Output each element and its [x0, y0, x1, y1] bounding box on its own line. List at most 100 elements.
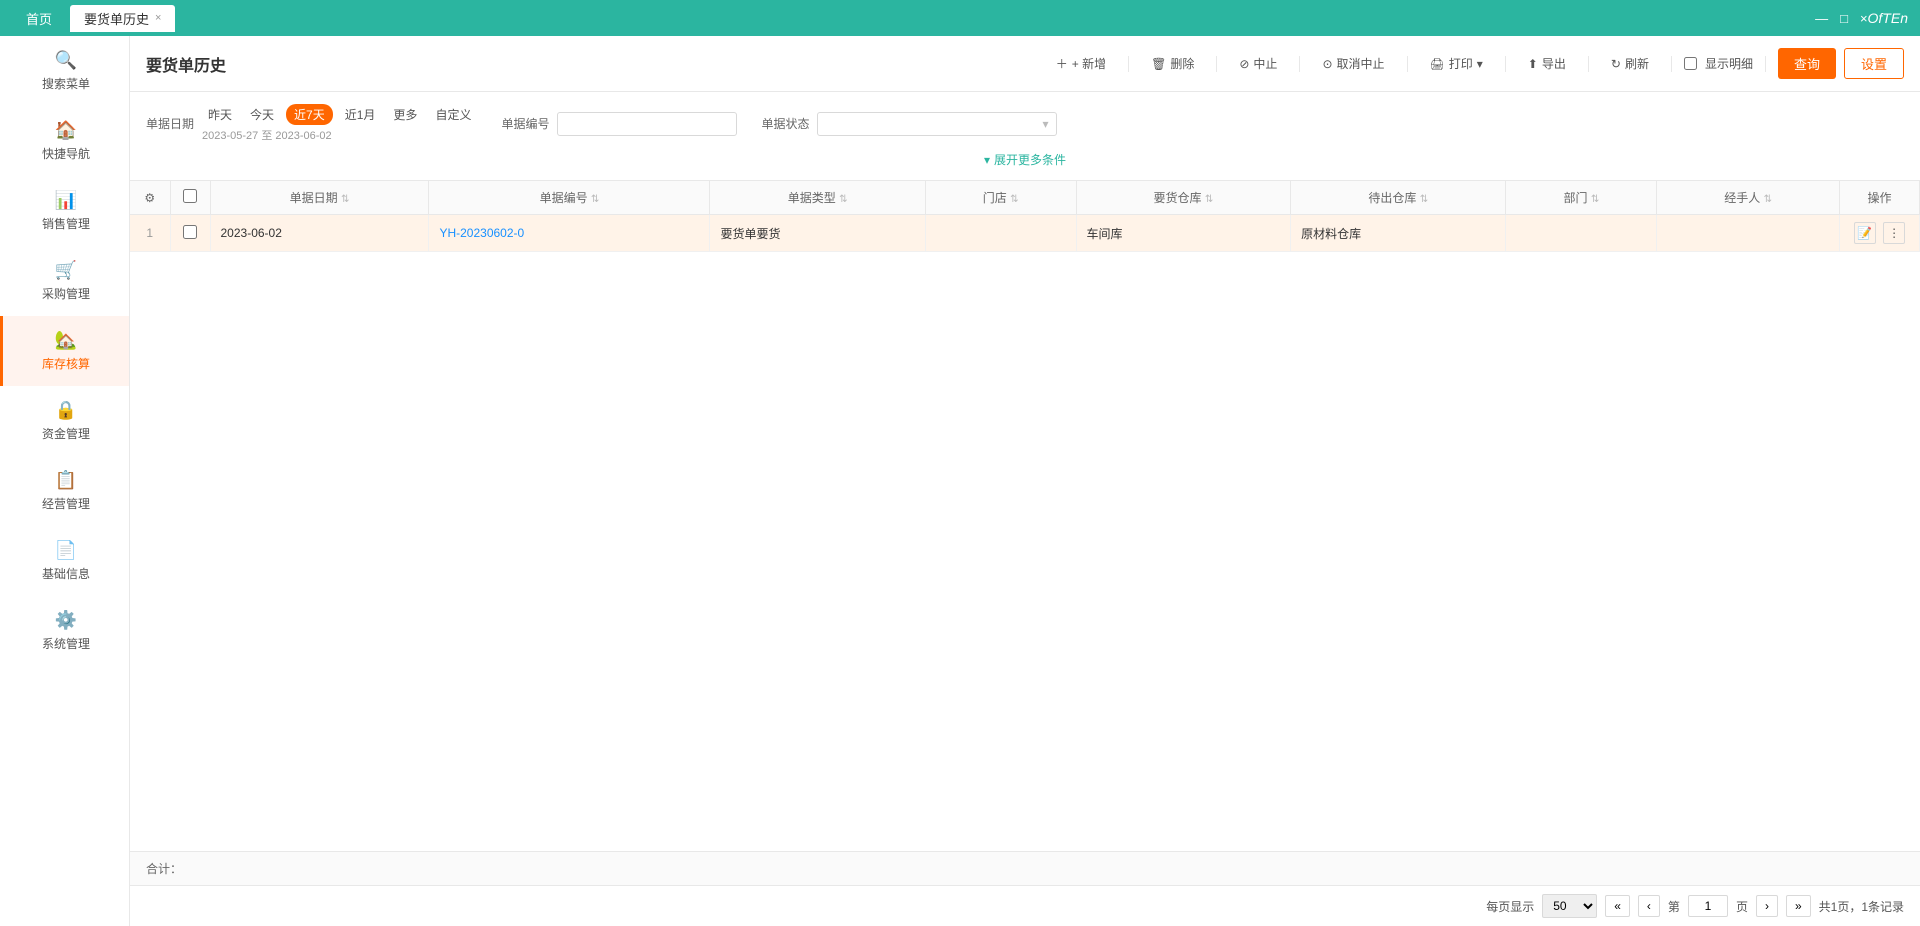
- sidebar-item-quick-nav[interactable]: 🏠 快捷导航: [0, 106, 129, 176]
- sidebar-item-sales[interactable]: 📊 销售管理: [0, 176, 129, 246]
- sidebar-label-quick-nav: 快捷导航: [42, 145, 90, 162]
- home-icon: 🏠: [55, 120, 77, 141]
- stop-label: 中止: [1253, 55, 1277, 72]
- first-page-btn[interactable]: «: [1605, 895, 1630, 917]
- print-label: 打印: [1449, 55, 1473, 72]
- bill-date-label: 单据日期: [146, 115, 194, 132]
- shortcut-yesterday[interactable]: 昨天: [202, 104, 238, 125]
- new-icon: ＋: [1056, 55, 1068, 72]
- cancel-stop-button[interactable]: ⊙ 取消中止: [1312, 50, 1394, 77]
- new-label: + 新增: [1072, 55, 1106, 72]
- filter-row-1: 单据日期 昨天 今天 近7天 近1月 更多 自定义 2023-05-27 至 2…: [146, 104, 1904, 143]
- window-controls: — □ ×: [1815, 11, 1867, 26]
- col-pending-warehouse-label: 待出仓库: [1368, 191, 1416, 205]
- sidebar-item-inventory[interactable]: 🏡 库存核算: [0, 316, 129, 386]
- delete-icon: 🗑: [1151, 57, 1166, 71]
- row-select-checkbox[interactable]: [183, 225, 197, 239]
- gear-icon[interactable]: ⚙: [144, 191, 155, 205]
- row-bill-date: 2023-06-02: [210, 215, 429, 252]
- col-checkbox[interactable]: [170, 181, 210, 215]
- display-detail-toggle[interactable]: 显示明细: [1684, 55, 1753, 72]
- bill-status-select[interactable]: ▾: [817, 112, 1057, 136]
- last-page-btn[interactable]: »: [1786, 895, 1811, 917]
- tab-label: 要货单历史: [84, 9, 149, 28]
- col-store[interactable]: 门店 ⇅: [925, 181, 1076, 215]
- shortcut-more[interactable]: 更多: [387, 104, 423, 125]
- sidebar: 🔍 搜索菜单 🏠 快捷导航 📊 销售管理 🛒 采购管理 🏡 库存核算 🔒 资金管…: [0, 36, 130, 926]
- maximize-btn[interactable]: □: [1840, 11, 1848, 26]
- print-button[interactable]: 🖨 打印 ▾: [1420, 50, 1493, 77]
- prev-page-btn[interactable]: ‹: [1638, 895, 1660, 917]
- tab-requisition-history[interactable]: 要货单历史 ×: [70, 5, 175, 32]
- total-info: 共1页，1条记录: [1819, 898, 1904, 915]
- col-dept-label: 部门: [1563, 191, 1587, 205]
- new-button[interactable]: ＋ + 新增: [1046, 50, 1116, 77]
- shortcut-1month[interactable]: 近1月: [339, 104, 382, 125]
- divider-3: [1299, 56, 1300, 72]
- divider-7: [1671, 56, 1672, 72]
- row-num: 1: [130, 215, 170, 252]
- minimize-btn[interactable]: —: [1815, 11, 1828, 26]
- date-shortcuts: 昨天 今天 近7天 近1月 更多 自定义 2023-05-27 至 2023-0…: [202, 104, 477, 143]
- col-bill-no[interactable]: 单据编号 ⇅: [429, 181, 710, 215]
- expand-more-btn[interactable]: ▾ 展开更多条件: [146, 151, 1904, 168]
- sidebar-item-search[interactable]: 🔍 搜索菜单: [0, 36, 129, 106]
- delete-button[interactable]: 🗑 删除: [1141, 50, 1204, 77]
- display-detail-checkbox[interactable]: [1684, 57, 1697, 70]
- shortcut-today[interactable]: 今天: [244, 104, 280, 125]
- next-page-btn[interactable]: ›: [1756, 895, 1778, 917]
- sidebar-item-finance[interactable]: 🔒 资金管理: [0, 386, 129, 456]
- divider-2: [1216, 56, 1217, 72]
- sidebar-item-system[interactable]: ⚙️ 系统管理: [0, 596, 129, 666]
- col-pending-warehouse-sort: ⇅: [1420, 194, 1428, 205]
- col-settings[interactable]: ⚙: [130, 181, 170, 215]
- bill-no-input[interactable]: [557, 112, 737, 136]
- settings-button[interactable]: 设置: [1844, 48, 1904, 79]
- delete-label: 删除: [1170, 55, 1194, 72]
- col-bill-date-sort: ⇅: [341, 194, 349, 205]
- per-page-label: 每页显示: [1486, 898, 1534, 915]
- shortcut-custom[interactable]: 自定义: [429, 104, 477, 125]
- row-checkbox[interactable]: [170, 215, 210, 252]
- tab-home[interactable]: 首页: [12, 5, 66, 32]
- expand-more-icon: ▾: [984, 153, 990, 167]
- col-pending-warehouse[interactable]: 待出仓库 ⇅: [1291, 181, 1506, 215]
- col-ops-label: 操作: [1867, 191, 1891, 205]
- tab-close-icon[interactable]: ×: [155, 12, 161, 24]
- row-more-icon[interactable]: ⋮: [1883, 222, 1905, 244]
- page-input[interactable]: [1688, 895, 1728, 917]
- query-button[interactable]: 查询: [1778, 48, 1836, 79]
- main-layout: 🔍 搜索菜单 🏠 快捷导航 📊 销售管理 🛒 采购管理 🏡 库存核算 🔒 资金管…: [0, 36, 1920, 926]
- row-edit-icon[interactable]: 📝: [1854, 222, 1876, 244]
- export-button[interactable]: ⬆ 导出: [1518, 50, 1576, 77]
- stop-button[interactable]: ⊘ 中止: [1229, 50, 1287, 77]
- sidebar-item-purchase[interactable]: 🛒 采购管理: [0, 246, 129, 316]
- divider-6: [1588, 56, 1589, 72]
- col-handler[interactable]: 经手人 ⇅: [1657, 181, 1840, 215]
- operation-icon: 📋: [55, 470, 77, 491]
- col-req-warehouse[interactable]: 要货仓库 ⇅: [1076, 181, 1291, 215]
- row-bill-no[interactable]: YH-20230602-0: [429, 215, 710, 252]
- col-bill-type[interactable]: 单据类型 ⇅: [710, 181, 925, 215]
- col-handler-sort: ⇅: [1764, 194, 1772, 205]
- refresh-button[interactable]: ↻ 刷新: [1601, 50, 1659, 77]
- col-dept[interactable]: 部门 ⇅: [1506, 181, 1657, 215]
- sidebar-label-sales: 销售管理: [42, 215, 90, 232]
- row-bill-no-link[interactable]: YH-20230602-0: [439, 226, 524, 240]
- table-row: 1 2023-06-02 YH-20230602-0 要货单要货 车间库 原材料…: [130, 215, 1920, 252]
- sidebar-label-finance: 资金管理: [42, 425, 90, 442]
- close-btn[interactable]: ×: [1860, 11, 1868, 26]
- sidebar-label-inventory: 库存核算: [42, 355, 90, 372]
- row-handler: [1657, 215, 1840, 252]
- purchase-icon: 🛒: [55, 260, 77, 281]
- col-bill-date[interactable]: 单据日期 ⇅: [210, 181, 429, 215]
- col-ops: 操作: [1840, 181, 1920, 215]
- per-page-select[interactable]: 50 100 200: [1542, 894, 1597, 918]
- summary-label: 合计：: [146, 860, 182, 877]
- sidebar-item-basic-info[interactable]: 📄 基础信息: [0, 526, 129, 596]
- shortcut-7days[interactable]: 近7天: [286, 104, 333, 125]
- col-bill-type-sort: ⇅: [839, 194, 847, 205]
- inventory-icon: 🏡: [55, 330, 77, 351]
- select-all-checkbox[interactable]: [183, 189, 197, 203]
- sidebar-item-operation[interactable]: 📋 经营管理: [0, 456, 129, 526]
